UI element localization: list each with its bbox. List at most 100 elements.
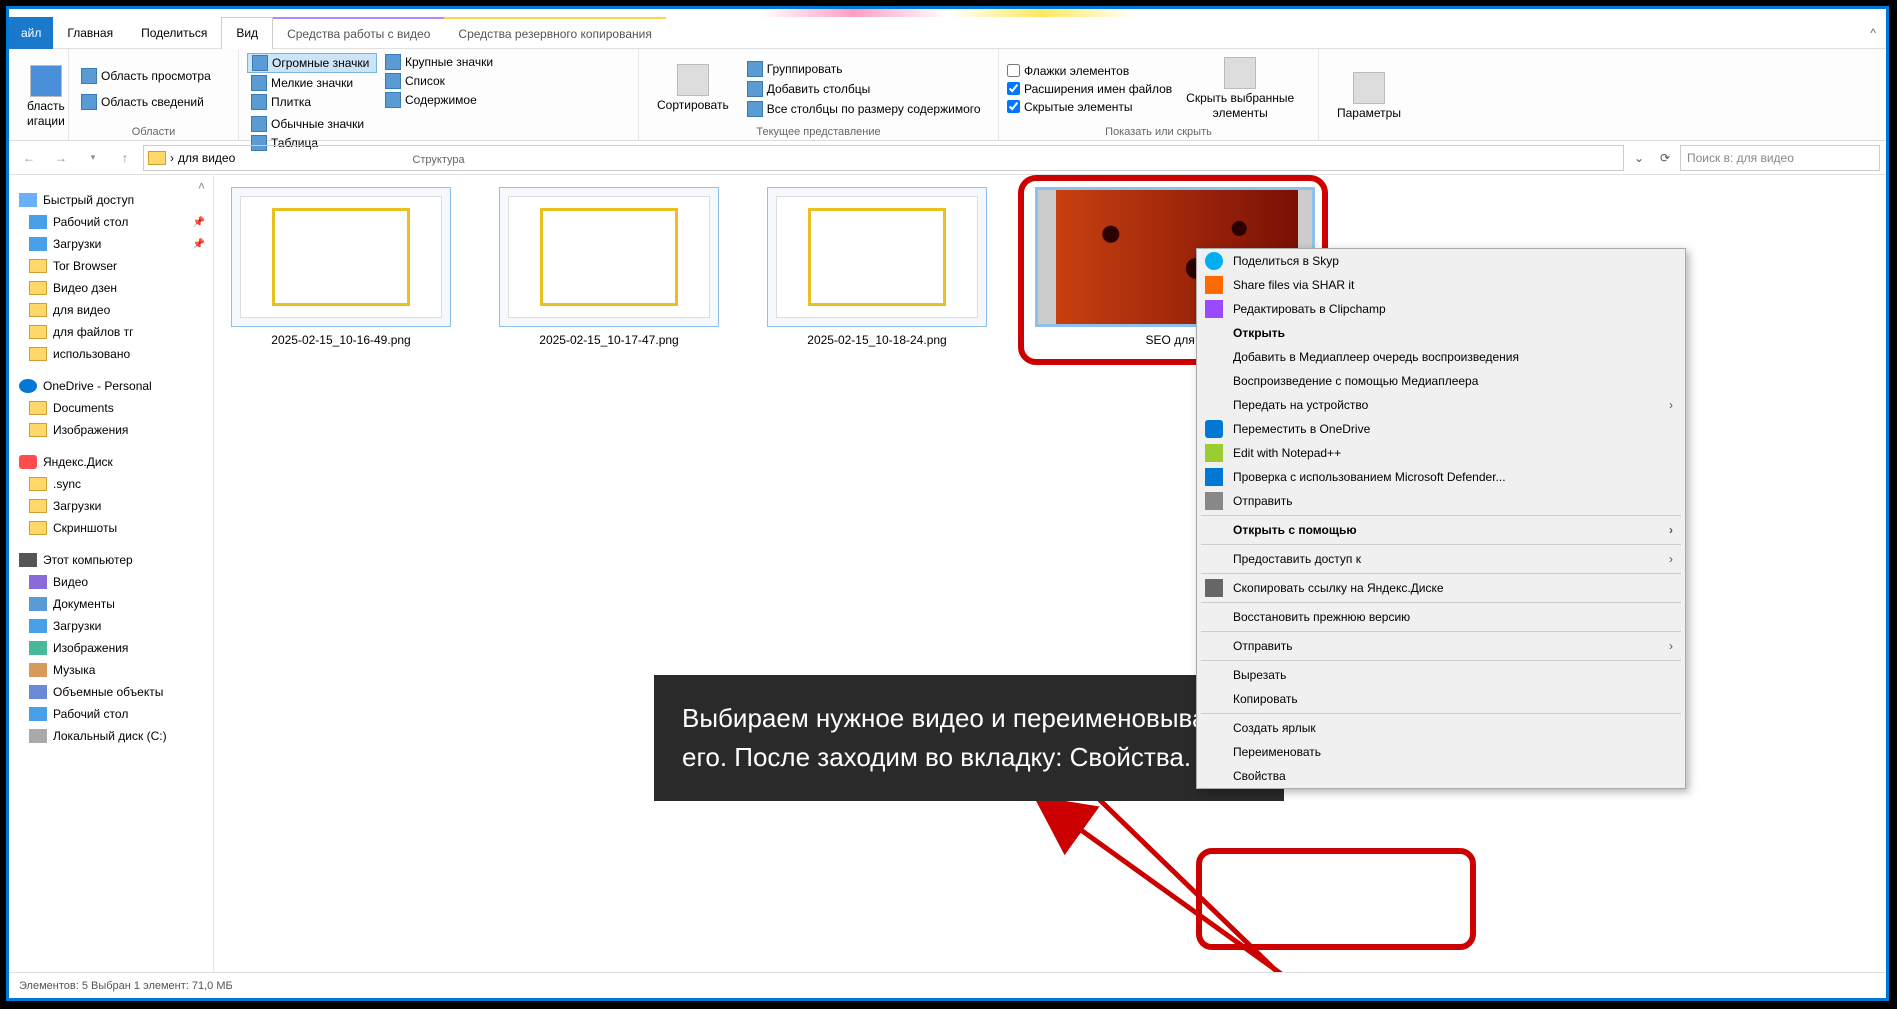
ctx-properties[interactable]: Свойства xyxy=(1197,764,1685,788)
image-thumbnail xyxy=(767,187,987,327)
sidebar-item[interactable]: Изображения xyxy=(9,419,213,441)
sidebar-collapse-icon[interactable]: ˄ xyxy=(9,179,213,189)
sidebar-item[interactable]: Загрузки xyxy=(9,615,213,637)
image-thumbnail xyxy=(499,187,719,327)
sidebar-item[interactable]: Рабочий стол xyxy=(9,703,213,725)
tab-home[interactable]: Главная xyxy=(53,17,127,49)
ribbon-minimize-icon[interactable]: ^ xyxy=(1860,26,1886,40)
ctx-media-play[interactable]: Воспроизведение с помощью Медиаплеера xyxy=(1197,369,1685,393)
sidebar-item[interactable]: Объемные объекты xyxy=(9,681,213,703)
add-columns-button[interactable]: Добавить столбцы xyxy=(743,80,985,98)
layout-content[interactable]: Содержимое xyxy=(381,91,511,109)
options-button[interactable]: Параметры xyxy=(1327,53,1411,140)
sidebar-item[interactable]: Видео xyxy=(9,571,213,593)
ctx-access[interactable]: Предоставить доступ к› xyxy=(1197,547,1685,571)
tab-share[interactable]: Поделиться xyxy=(127,17,221,49)
ctx-onedrive[interactable]: Переместить в OneDrive xyxy=(1197,417,1685,441)
sidebar-item[interactable]: Documents xyxy=(9,397,213,419)
ribbon-tabs: айл Главная Поделиться Вид Средства рабо… xyxy=(9,17,1886,49)
tab-video-tools[interactable]: Средства работы с видео xyxy=(273,17,444,49)
ctx-media-queue[interactable]: Добавить в Медиаплеер очередь воспроизве… xyxy=(1197,345,1685,369)
forward-button[interactable]: → xyxy=(47,144,75,172)
tab-backup-tools[interactable]: Средства резервного копирования xyxy=(444,17,665,49)
panes-caption: Области xyxy=(77,124,230,140)
crumb-folder[interactable]: для видео xyxy=(178,151,235,165)
ctx-defender[interactable]: Проверка с использованием Microsoft Defe… xyxy=(1197,465,1685,489)
layout-small[interactable]: Мелкие значки xyxy=(247,74,377,92)
sidebar-item[interactable]: Tor Browser xyxy=(9,255,213,277)
ribbon: бласть игации Область просмотра Область … xyxy=(9,49,1886,141)
sidebar-item[interactable]: использовано xyxy=(9,343,213,365)
folder-icon xyxy=(29,303,47,317)
ctx-skype[interactable]: Поделиться в Skyp xyxy=(1197,249,1685,273)
navigation-sidebar[interactable]: ˄ Быстрый доступ Рабочий стол📌Загрузки📌T… xyxy=(9,175,214,972)
tab-file[interactable]: айл xyxy=(9,17,53,49)
ctx-notepadpp[interactable]: Edit with Notepad++ xyxy=(1197,441,1685,465)
sidebar-item[interactable]: Музыка xyxy=(9,659,213,681)
ctx-shareit[interactable]: Share files via SHAR it xyxy=(1197,273,1685,297)
crumb-sep: › xyxy=(170,151,174,165)
layout-list[interactable]: Список xyxy=(381,72,511,90)
sort-button[interactable]: Сортировать xyxy=(647,53,739,124)
file-item[interactable]: 2025-02-15_10-16-49.png xyxy=(226,187,456,347)
sidebar-item[interactable]: для файлов тг xyxy=(9,321,213,343)
file-item[interactable]: 2025-02-15_10-17-47.png xyxy=(494,187,724,347)
checkbox-hidden[interactable]: Скрытые элементы xyxy=(1007,99,1172,115)
ctx-copy[interactable]: Копировать xyxy=(1197,687,1685,711)
ctx-cast[interactable]: Передать на устройство› xyxy=(1197,393,1685,417)
layout-huge[interactable]: Огромные значки xyxy=(247,53,377,73)
breadcrumb[interactable]: › для видео xyxy=(143,145,1624,171)
sidebar-item[interactable]: Загрузки📌 xyxy=(9,233,213,255)
sidebar-yandex-disk[interactable]: Яндекс.Диск xyxy=(9,451,213,473)
tab-view[interactable]: Вид xyxy=(221,17,273,49)
ctx-open[interactable]: Открыть xyxy=(1197,321,1685,345)
back-button[interactable]: ← xyxy=(15,144,43,172)
ctx-shortcut[interactable]: Создать ярлык xyxy=(1197,716,1685,740)
sidebar-this-pc[interactable]: Этот компьютер xyxy=(9,549,213,571)
refresh-icon[interactable]: ⟳ xyxy=(1654,147,1676,169)
recent-button[interactable]: ▾ xyxy=(79,144,107,172)
group-button[interactable]: Группировать xyxy=(743,60,985,78)
path-dropdown-icon[interactable]: ⌄ xyxy=(1628,147,1650,169)
sidebar-item[interactable]: Скриншоты xyxy=(9,517,213,539)
sidebar-item[interactable]: для видео xyxy=(9,299,213,321)
sidebar-item[interactable]: Изображения xyxy=(9,637,213,659)
sidebar-item[interactable]: Рабочий стол📌 xyxy=(9,211,213,233)
layout-medium[interactable]: Обычные значки xyxy=(247,115,377,133)
defender-icon xyxy=(1205,468,1223,486)
folder-icon xyxy=(29,477,47,491)
sidebar-item[interactable]: .sync xyxy=(9,473,213,495)
folder-icon xyxy=(29,499,47,513)
folder-icon xyxy=(29,281,47,295)
file-item[interactable]: 2025-02-15_10-18-24.png xyxy=(762,187,992,347)
sidebar-item[interactable]: Видео дзен xyxy=(9,277,213,299)
up-button[interactable]: ↑ xyxy=(111,144,139,172)
details-pane-button[interactable]: Область сведений xyxy=(77,93,215,111)
ctx-openwith[interactable]: Открыть с помощью› xyxy=(1197,518,1685,542)
search-input[interactable]: Поиск в: для видео xyxy=(1680,145,1880,171)
nav-pane-button[interactable]: бласть игации xyxy=(17,53,75,140)
sidebar-item[interactable]: Документы xyxy=(9,593,213,615)
sidebar-item[interactable]: Загрузки xyxy=(9,495,213,517)
chevron-right-icon: › xyxy=(1669,398,1673,412)
ctx-sendto[interactable]: Отправить› xyxy=(1197,634,1685,658)
ctx-yandex-link[interactable]: Скопировать ссылку на Яндекс.Диске xyxy=(1197,576,1685,600)
preview-pane-button[interactable]: Область просмотра xyxy=(77,67,215,85)
folder-icon xyxy=(29,641,47,655)
folder-icon xyxy=(29,619,47,633)
ctx-send[interactable]: Отправить xyxy=(1197,489,1685,513)
hide-selected-button[interactable]: Скрыть выбранные элементы xyxy=(1176,53,1304,124)
link-icon xyxy=(1205,579,1223,597)
layout-tiles[interactable]: Плитка xyxy=(247,93,377,111)
ctx-rename[interactable]: Переименовать xyxy=(1197,740,1685,764)
sidebar-quick-access[interactable]: Быстрый доступ xyxy=(9,189,213,211)
fit-columns-button[interactable]: Все столбцы по размеру содержимого xyxy=(743,100,985,118)
sidebar-onedrive[interactable]: OneDrive - Personal xyxy=(9,375,213,397)
sidebar-item[interactable]: Локальный диск (C:) xyxy=(9,725,213,747)
checkbox-item-checkboxes[interactable]: Флажки элементов xyxy=(1007,63,1172,79)
checkbox-extensions[interactable]: Расширения имен файлов xyxy=(1007,81,1172,97)
ctx-clipchamp[interactable]: Редактировать в Clipchamp xyxy=(1197,297,1685,321)
ctx-restore[interactable]: Восстановить прежнюю версию xyxy=(1197,605,1685,629)
ctx-cut[interactable]: Вырезать xyxy=(1197,663,1685,687)
layout-large[interactable]: Крупные значки xyxy=(381,53,511,71)
